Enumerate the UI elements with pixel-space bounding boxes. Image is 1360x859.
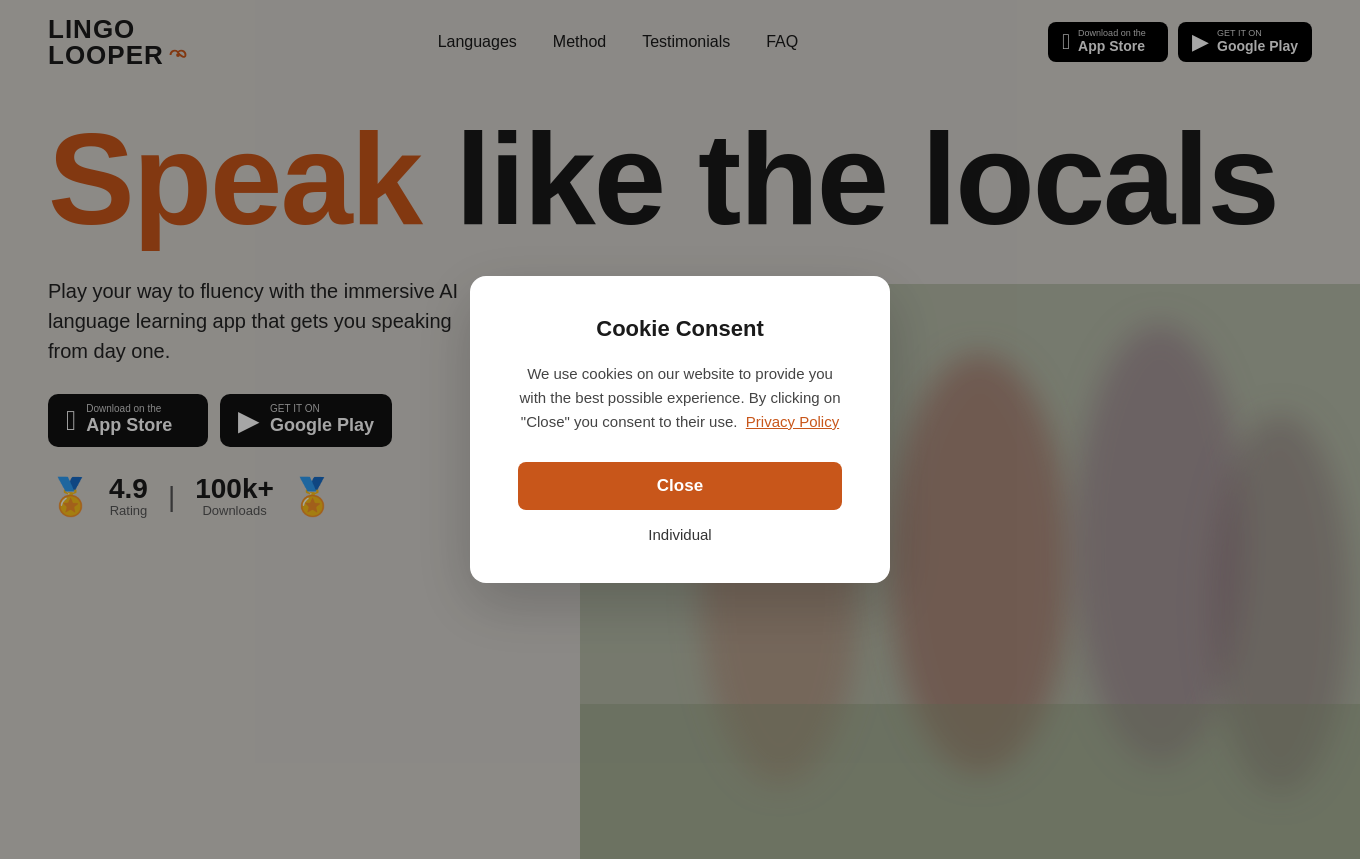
modal-close-button[interactable]: Close bbox=[518, 462, 842, 510]
modal-title: Cookie Consent bbox=[518, 316, 842, 342]
cookie-overlay: Cookie Consent We use cookies on our web… bbox=[0, 0, 1360, 859]
privacy-policy-link[interactable]: Privacy Policy bbox=[746, 413, 839, 430]
cookie-modal: Cookie Consent We use cookies on our web… bbox=[470, 276, 890, 583]
modal-body: We use cookies on our website to provide… bbox=[518, 362, 842, 434]
modal-individual-link[interactable]: Individual bbox=[518, 526, 842, 543]
